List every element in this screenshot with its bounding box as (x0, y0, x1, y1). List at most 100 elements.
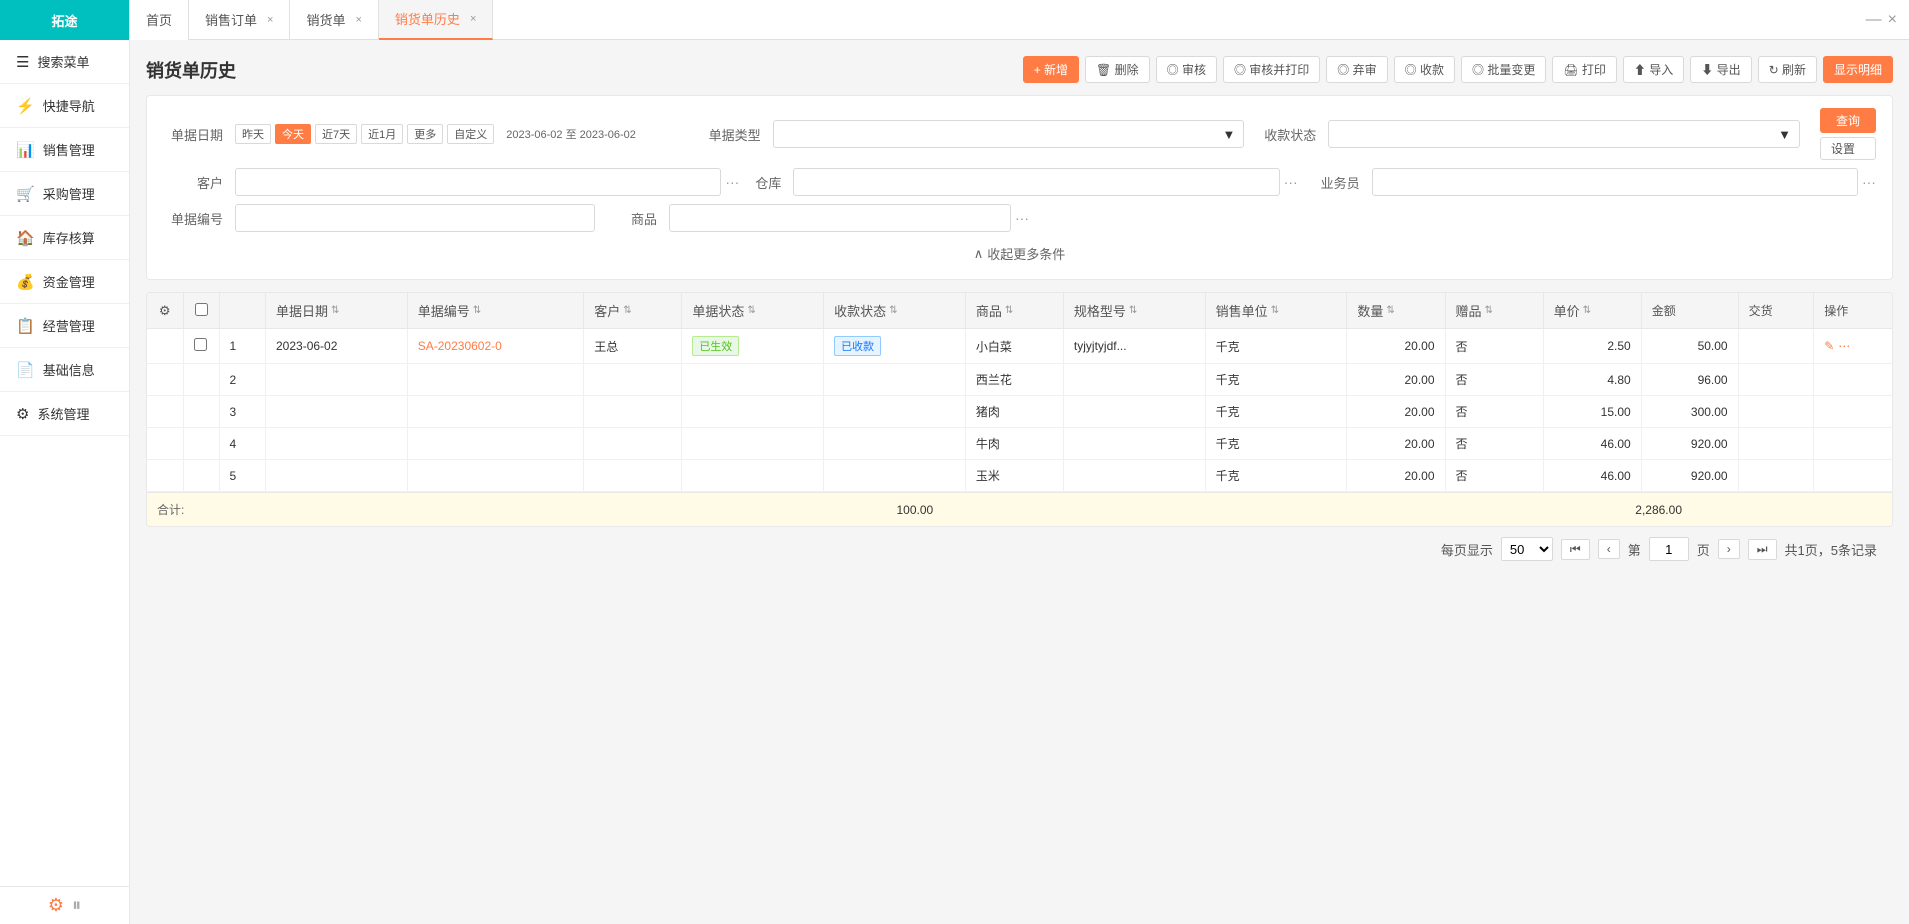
audit-button[interactable]: ◎ 审核 (1156, 56, 1217, 83)
th-qty[interactable]: 数量 ⇅ (1347, 293, 1445, 329)
page-input[interactable]: 1 (1649, 537, 1689, 561)
salesperson-input[interactable] (1372, 168, 1858, 196)
edit-action-btn[interactable]: ✎ (1824, 339, 1834, 353)
td-checkbox[interactable] (183, 460, 219, 492)
salesperson-dots-btn[interactable]: ··· (1862, 174, 1876, 190)
th-doc-no[interactable]: 单据编号 ⇅ (407, 293, 583, 329)
th-doc-date[interactable]: 单据日期 ⇅ (266, 293, 408, 329)
td-transaction (1738, 364, 1814, 396)
date-btn-custom[interactable]: 自定义 (447, 124, 494, 144)
page-first-btn[interactable]: ⏮ (1561, 539, 1590, 560)
sidebar-item-inventory[interactable]: 🏠 库存核算 (0, 216, 129, 260)
show-detail-button[interactable]: 显示明细 (1823, 56, 1893, 83)
delete-button[interactable]: 🗑 删除 (1085, 56, 1150, 83)
query-button[interactable]: 查询 (1820, 108, 1876, 133)
td-checkbox[interactable] (183, 364, 219, 396)
goods-dots-btn[interactable]: ··· (1015, 210, 1029, 226)
sidebar-item-purchase-mgmt[interactable]: 🛒 采购管理 (0, 172, 129, 216)
export-button[interactable]: ⬇ 导出 (1690, 56, 1751, 83)
collapse-button[interactable]: ∧ 收起更多条件 (970, 240, 1070, 267)
payment-status-select[interactable]: ▼ (1328, 120, 1800, 148)
sort-icon: ⇅ (473, 305, 481, 316)
doc-no-link[interactable]: SA-20230602-0 (418, 339, 502, 353)
sidebar-item-search-menu[interactable]: ☰ 搜索菜单 (0, 40, 129, 84)
refresh-button[interactable]: ↻ 刷新 (1758, 56, 1817, 83)
sidebar-item-quick-nav[interactable]: ⚡ 快捷导航 (0, 84, 129, 128)
tab-sales-order-close[interactable]: × (267, 14, 273, 26)
batch-change-button[interactable]: ◎ 批量变更 (1461, 56, 1546, 83)
th-unit-price[interactable]: 单价 ⇅ (1543, 293, 1641, 329)
td-qty: 20.00 (1347, 364, 1445, 396)
tab-sales-history-close[interactable]: × (470, 13, 476, 25)
import-button[interactable]: ⬆ 导入 (1623, 56, 1684, 83)
th-gear[interactable]: ⚙ (147, 293, 183, 329)
td-checkbox[interactable] (183, 428, 219, 460)
th-seq (219, 293, 266, 329)
th-spec-type[interactable]: 规格型号 ⇅ (1063, 293, 1205, 329)
abandon-button[interactable]: ◎ 弃审 (1326, 56, 1387, 83)
td-sales-unit: 千克 (1205, 396, 1347, 428)
sidebar-item-operations-mgmt[interactable]: 📋 经营管理 (0, 304, 129, 348)
print-button[interactable]: 🖨 打印 (1552, 56, 1617, 83)
tab-sales-goods-close[interactable]: × (355, 14, 361, 26)
goods-input[interactable] (669, 204, 1011, 232)
td-gift: 否 (1445, 364, 1543, 396)
tab-sales-order[interactable]: 销售订单 × (189, 0, 290, 40)
window-minimize-btn[interactable]: — (1866, 11, 1882, 29)
sidebar: 拓途 ☰ 搜索菜单 ⚡ 快捷导航 📊 销售管理 🛒 采购管理 🏠 库存核算 💰 … (0, 0, 130, 924)
th-goods[interactable]: 商品 ⇅ (965, 293, 1063, 329)
select-all-checkbox[interactable] (195, 303, 208, 316)
date-btn-1month[interactable]: 近1月 (361, 124, 403, 144)
sidebar-item-system-mgmt[interactable]: ⚙ 系统管理 (0, 392, 129, 436)
td-sales-unit: 千克 (1205, 460, 1347, 492)
sidebar-item-finance-mgmt[interactable]: 💰 资金管理 (0, 260, 129, 304)
td-doc-no (407, 428, 583, 460)
tab-sales-history[interactable]: 销货单历史 × (379, 0, 493, 40)
date-btn-7days[interactable]: 近7天 (315, 124, 357, 144)
td-spec-type (1063, 460, 1205, 492)
row-checkbox[interactable] (194, 338, 207, 351)
th-sales-unit[interactable]: 销售单位 ⇅ (1205, 293, 1347, 329)
td-customer (584, 364, 682, 396)
th-doc-status[interactable]: 单据状态 ⇅ (682, 293, 824, 329)
more-action-btn[interactable]: ⋯ (1838, 339, 1850, 353)
doc-no-label: 单据编号 (163, 209, 223, 228)
date-btn-yesterday[interactable]: 昨天 (235, 124, 271, 144)
new-button[interactable]: + 新增 (1023, 56, 1079, 83)
th-checkbox[interactable] (183, 293, 219, 329)
sidebar-item-basic-info[interactable]: 📄 基础信息 (0, 348, 129, 392)
settings-button[interactable]: 设置 (1820, 137, 1876, 160)
warehouse-input[interactable] (793, 168, 1279, 196)
date-btn-more[interactable]: 更多 (407, 124, 443, 144)
page-prev-btn[interactable]: ‹ (1598, 539, 1620, 559)
page-suffix: 页 (1697, 540, 1710, 559)
table-row: 3猪肉千克20.00否15.00300.00 (147, 396, 1892, 428)
per-page-label: 每页显示 (1441, 540, 1493, 559)
customer-dots-btn[interactable]: ··· (725, 174, 739, 190)
window-close-btn[interactable]: × (1888, 11, 1897, 29)
page-last-btn[interactable]: ⏭ (1748, 539, 1777, 560)
td-gear (147, 329, 183, 364)
customer-input[interactable] (235, 168, 721, 196)
td-checkbox[interactable] (183, 329, 219, 364)
per-page-select[interactable]: 50 100 200 (1501, 537, 1553, 561)
warehouse-dots-btn[interactable]: ··· (1284, 174, 1298, 190)
audit-print-button[interactable]: ◎ 审核并打印 (1223, 56, 1320, 83)
sidebar-settings-icon[interactable]: ⚙ (48, 895, 64, 916)
td-seq: 5 (219, 460, 266, 492)
tab-sales-goods[interactable]: 销货单 × (290, 0, 378, 40)
receive-button[interactable]: ◎ 收款 (1394, 56, 1455, 83)
td-checkbox[interactable] (183, 396, 219, 428)
sidebar-pause-icon[interactable]: ⏸ (72, 895, 81, 916)
doc-no-input[interactable] (235, 204, 595, 232)
th-customer[interactable]: 客户 ⇅ (584, 293, 682, 329)
sidebar-item-sales-mgmt[interactable]: 📊 销售管理 (0, 128, 129, 172)
tab-home[interactable]: 首页 (130, 0, 189, 40)
page-next-btn[interactable]: › (1718, 539, 1740, 559)
tab-sales-order-label: 销售订单 (205, 10, 257, 29)
td-gift: 否 (1445, 428, 1543, 460)
doc-type-select[interactable]: ▼ (773, 120, 1245, 148)
date-btn-today[interactable]: 今天 (275, 124, 311, 144)
th-payment-status[interactable]: 收款状态 ⇅ (824, 293, 966, 329)
th-gift[interactable]: 赠品 ⇅ (1445, 293, 1543, 329)
